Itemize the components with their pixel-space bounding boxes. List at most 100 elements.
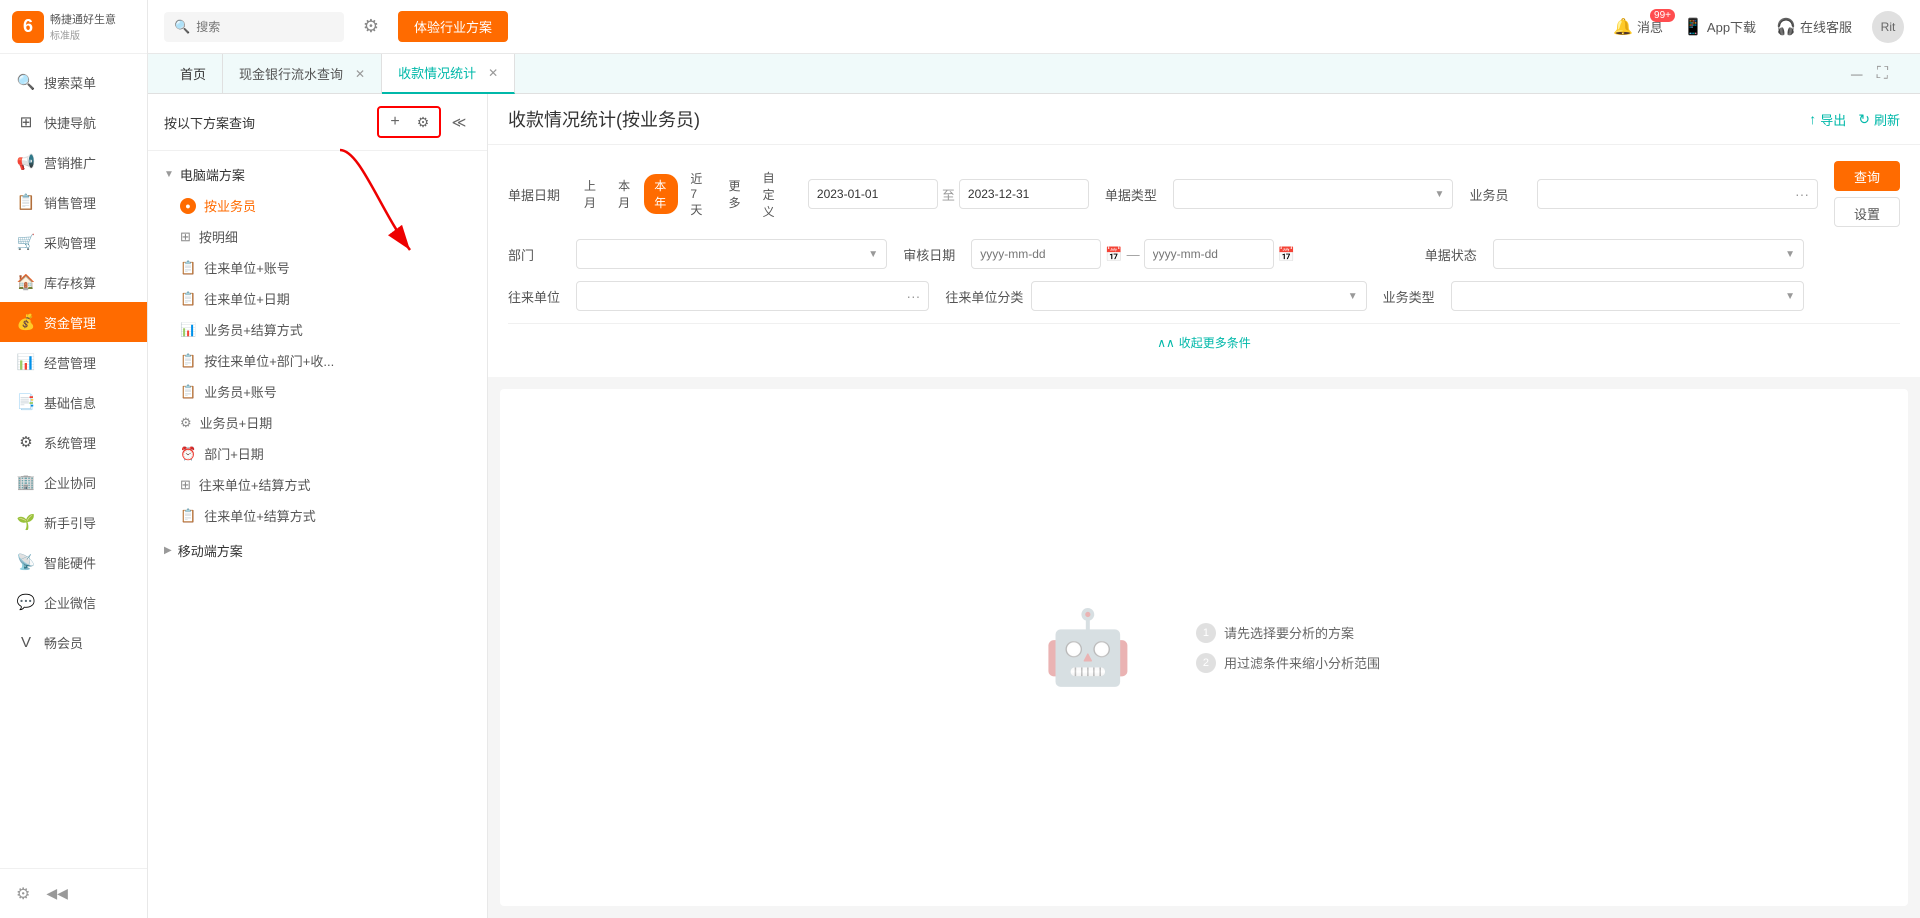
sidebar-item-operation[interactable]: 📊经营管理 xyxy=(0,342,147,382)
left-panel: 按以下方案查询 + ⚙ ≪ ▼ 电脑端方案 xyxy=(148,94,488,918)
date-tab-last-month[interactable]: 上月 xyxy=(576,174,606,214)
partnerclassify-select[interactable]: ▼ xyxy=(1031,281,1366,311)
doctype-select[interactable]: ▼ xyxy=(1173,179,1454,209)
tab-receivable[interactable]: 收款情况统计 ✕ xyxy=(382,54,515,94)
sidebar-item-wechat[interactable]: 💬企业微信 xyxy=(0,582,147,622)
scheme-salesperson-payment[interactable]: 📊 业务员+结算方式 xyxy=(164,314,487,345)
trial-button[interactable]: 体验行业方案 xyxy=(398,11,508,42)
tab-receivable-close[interactable]: ✕ xyxy=(488,66,498,80)
date-tab-this-month[interactable]: 本月 xyxy=(610,174,640,214)
app-download-button[interactable]: 📱 App下载 xyxy=(1683,17,1756,37)
partner-payment2-label: 往来单位+结算方式 xyxy=(204,506,316,525)
docstatus-label: 单据状态 xyxy=(1425,245,1485,264)
review-date-to-input[interactable] xyxy=(1144,239,1274,269)
date-to-input[interactable] xyxy=(959,179,1089,209)
maximize-icon[interactable]: ⛶ xyxy=(1877,65,1888,83)
scheme-partner-payment1[interactable]: ⊞ 往来单位+结算方式 xyxy=(164,469,487,500)
sidebar-label-member: 畅会员 xyxy=(44,633,83,652)
sidebar-item-marketing[interactable]: 📢营销推广 xyxy=(0,142,147,182)
scheme-salesperson-account[interactable]: 📋 业务员+账号 xyxy=(164,376,487,407)
refresh-button[interactable]: ↻ 刷新 xyxy=(1858,110,1900,129)
sidebar-item-search[interactable]: 🔍搜索菜单 xyxy=(0,62,147,102)
sidebar-label-enterprise: 企业协同 xyxy=(44,473,96,492)
refresh-label: 刷新 xyxy=(1874,110,1900,129)
scheme-partner-date[interactable]: 📋 往来单位+日期 xyxy=(164,283,487,314)
date-from-input[interactable] xyxy=(808,179,938,209)
review-date-from-input[interactable] xyxy=(971,239,1101,269)
biztype-arrow: ▼ xyxy=(1785,291,1795,302)
date-tab-this-year[interactable]: 本年 xyxy=(644,174,678,214)
expand-arrow-desktop: ▼ xyxy=(164,169,174,180)
sidebar-collapse-icon[interactable]: ◀◀ xyxy=(46,885,68,902)
filter-dept-item: 部门 ▼ xyxy=(508,239,887,269)
sidebar-item-hardware[interactable]: 📡智能硬件 xyxy=(0,542,147,582)
tab-home-label: 首页 xyxy=(180,64,206,83)
scheme-by-salesperson[interactable]: ● 按业务员 xyxy=(164,190,487,221)
sidebar-item-basic[interactable]: 📑基础信息 xyxy=(0,382,147,422)
partner-payment2-icon: 📋 xyxy=(180,508,196,524)
sidebar-item-purchase[interactable]: 🛒采购管理 xyxy=(0,222,147,262)
online-service-button[interactable]: 🎧 在线客服 xyxy=(1776,17,1852,37)
partner-date-label: 往来单位+日期 xyxy=(204,289,290,308)
docstatus-select[interactable]: ▼ xyxy=(1493,239,1804,269)
review-cal-icon-to[interactable]: 📅 xyxy=(1278,246,1295,263)
sidebar-item-system[interactable]: ⚙系统管理 xyxy=(0,422,147,462)
date-tab-7days[interactable]: 近7天 xyxy=(682,167,716,221)
topbar-left: 🔍 ⚙ 体验行业方案 xyxy=(164,11,508,42)
search-box[interactable]: 🔍 xyxy=(164,12,344,42)
scheme-salesperson-date[interactable]: ⚙ 业务员+日期 xyxy=(164,407,487,438)
partner-select[interactable]: ··· xyxy=(576,281,929,311)
basic-icon: 📑 xyxy=(16,392,36,412)
minimize-icon[interactable]: － xyxy=(1849,62,1865,86)
scheme-partner-payment2[interactable]: 📋 往来单位+结算方式 xyxy=(164,500,487,531)
settings-button[interactable]: 设置 xyxy=(1834,197,1900,227)
date-tab-more[interactable]: 更多 xyxy=(721,174,751,214)
more-options-btn[interactable]: ··· xyxy=(1795,186,1809,202)
biztype-select[interactable]: ▼ xyxy=(1451,281,1804,311)
tab-bank-close[interactable]: ✕ xyxy=(355,67,365,81)
robot-icon: 🤖 xyxy=(1043,605,1133,690)
partner-date-icon: 📋 xyxy=(180,291,196,307)
dept-select[interactable]: ▼ xyxy=(576,239,887,269)
sidebar-item-sales[interactable]: 📋销售管理 xyxy=(0,182,147,222)
settings-scheme-button[interactable]: ⚙ xyxy=(411,110,435,134)
gear-icon[interactable]: ⚙ xyxy=(356,12,386,42)
sidebar-item-quicknav[interactable]: ⊞快捷导航 xyxy=(0,102,147,142)
sidebar-label-guide: 新手引导 xyxy=(44,513,96,532)
user-avatar[interactable]: Rit xyxy=(1872,11,1904,43)
query-button[interactable]: 查询 xyxy=(1834,161,1900,191)
partner-account-icon: 📋 xyxy=(180,260,196,276)
partnerclassify-label: 往来单位分类 xyxy=(945,287,1023,306)
messages-button[interactable]: 🔔 消息 99+ xyxy=(1613,17,1663,37)
search-input[interactable] xyxy=(196,20,334,34)
sidebar-item-member[interactable]: V畅会员 xyxy=(0,622,147,662)
scheme-dept-date[interactable]: ⏰ 部门+日期 xyxy=(164,438,487,469)
collapse-panel-button[interactable]: ≪ xyxy=(447,110,471,134)
sidebar-label-quicknav: 快捷导航 xyxy=(44,113,96,132)
sidebar-item-enterprise[interactable]: 🏢企业协同 xyxy=(0,462,147,502)
page-header: 收款情况统计(按业务员) ↑ 导出 ↻ 刷新 xyxy=(488,94,1920,145)
sidebar-item-guide[interactable]: 🌱新手引导 xyxy=(0,502,147,542)
export-button[interactable]: ↑ 导出 xyxy=(1809,110,1846,129)
sidebar-settings-icon[interactable]: ⚙ xyxy=(16,884,30,904)
tip-text-1: 请先选择要分析的方案 xyxy=(1224,623,1354,642)
salesperson-select[interactable]: ··· xyxy=(1537,179,1818,209)
left-panel-header-actions: + ⚙ ≪ xyxy=(377,106,471,138)
by-salesperson-icon: ● xyxy=(180,198,196,214)
partner-more-btn[interactable]: ··· xyxy=(906,288,920,304)
scheme-partner-dept[interactable]: 📋 按往来单位+部门+收... xyxy=(164,345,487,376)
collapse-bar[interactable]: ∧∧ 收起更多条件 xyxy=(508,323,1900,361)
sidebar-item-inventory[interactable]: 🏠库存核算 xyxy=(0,262,147,302)
scheme-by-detail[interactable]: ⊞ 按明细 xyxy=(164,221,487,252)
date-tab-custom[interactable]: 自定义 xyxy=(755,166,792,223)
sidebar-item-finance[interactable]: 💰资金管理 xyxy=(0,302,147,342)
scheme-partner-account[interactable]: 📋 往来单位+账号 xyxy=(164,252,487,283)
desktop-section[interactable]: ▼ 电脑端方案 xyxy=(148,159,487,190)
tab-home[interactable]: 首页 xyxy=(164,54,223,94)
filter-row-2: 部门 ▼ 审核日期 📅 — 📅 xyxy=(508,239,1900,269)
add-scheme-button[interactable]: + xyxy=(383,110,407,134)
mobile-section[interactable]: ▶ 移动端方案 xyxy=(148,535,487,566)
desktop-items: ● 按业务员 ⊞ 按明细 📋 往来单位+账号 📋 往来单位+日期 xyxy=(148,190,487,531)
tab-bank[interactable]: 现金银行流水查询 ✕ xyxy=(223,54,382,94)
review-cal-icon-from[interactable]: 📅 xyxy=(1105,246,1122,263)
